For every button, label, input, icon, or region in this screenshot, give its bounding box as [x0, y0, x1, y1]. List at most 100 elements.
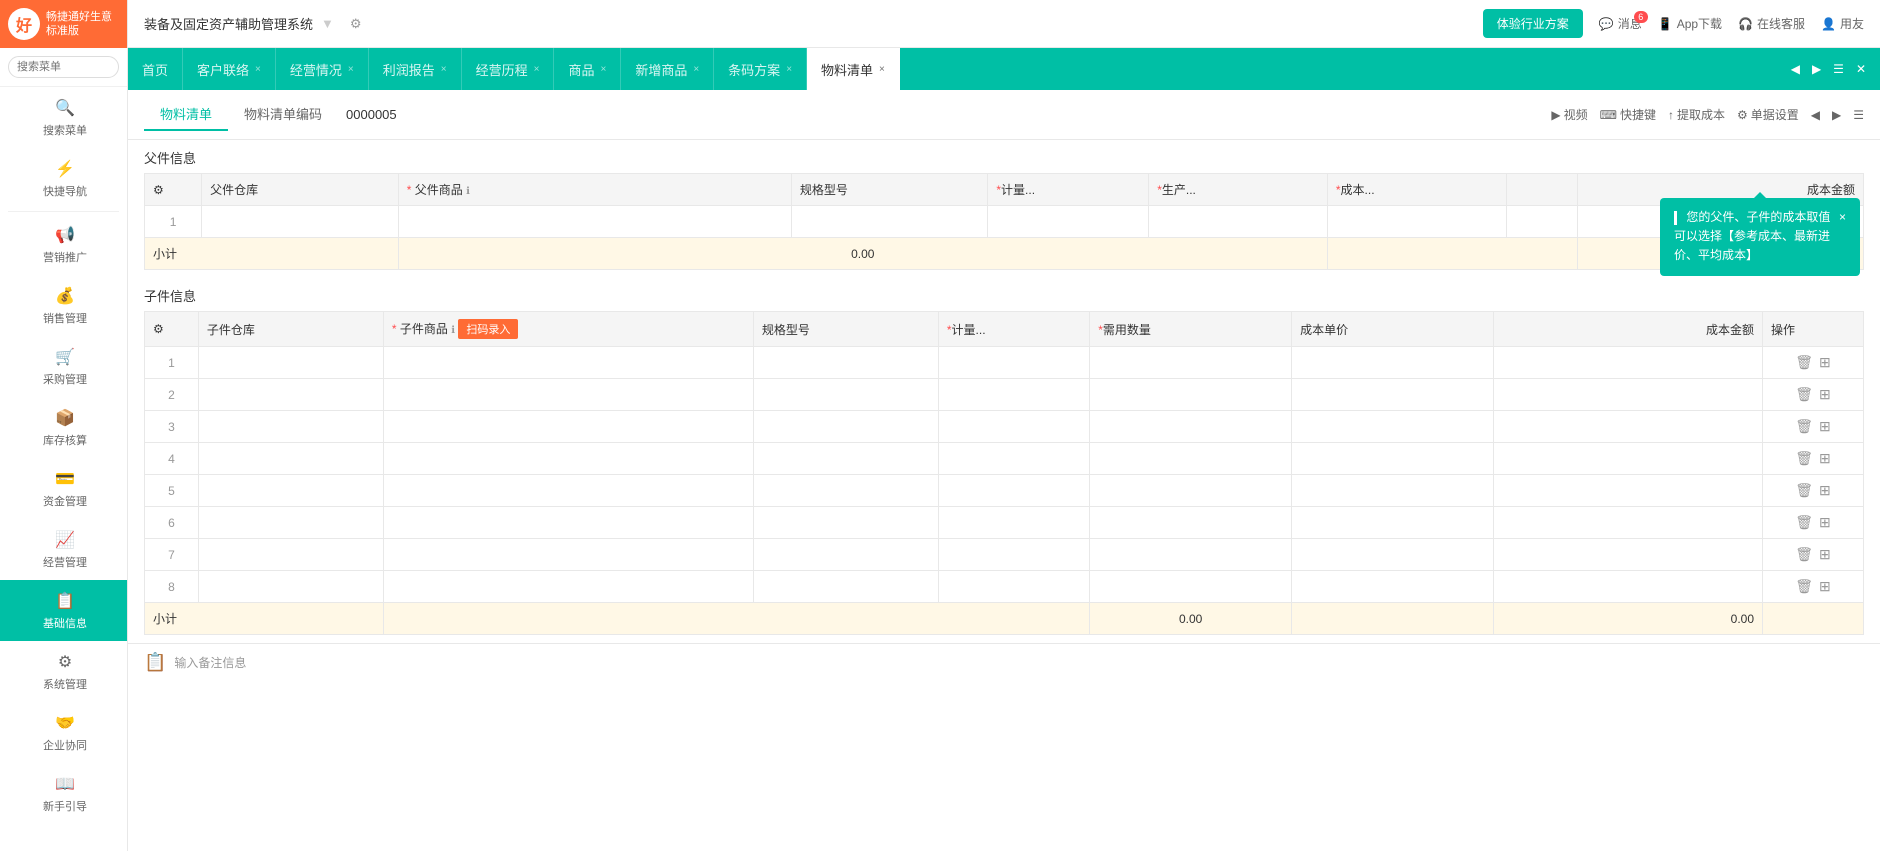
- action-doc-settings[interactable]: ⚙ 单据设置: [1737, 106, 1799, 123]
- th-settings-child[interactable]: ⚙: [145, 312, 199, 347]
- sidebar-item-enterprise[interactable]: 🤝 企业协同: [0, 702, 127, 763]
- sidebar-item-purchase[interactable]: 🛒 采购管理: [0, 336, 127, 397]
- child-warehouse-7[interactable]: [198, 539, 383, 571]
- tab-close-goods[interactable]: ×: [600, 64, 606, 75]
- copy-icon-7[interactable]: ⊞: [1819, 546, 1831, 563]
- child-product-7[interactable]: [383, 539, 753, 571]
- sidebar-item-finance[interactable]: 💳 资金管理: [0, 458, 127, 519]
- child-spec-3[interactable]: [753, 411, 938, 443]
- tab-menu-icon[interactable]: ☰: [1827, 62, 1850, 76]
- child-warehouse-1[interactable]: [198, 347, 383, 379]
- child-qty-8[interactable]: [1090, 571, 1292, 603]
- child-unit-3[interactable]: [938, 411, 1089, 443]
- parent-warehouse-1[interactable]: [202, 206, 399, 238]
- child-unit-7[interactable]: [938, 539, 1089, 571]
- nav-next-icon[interactable]: ▶: [1832, 108, 1841, 122]
- child-unit-5[interactable]: [938, 475, 1089, 507]
- child-warehouse-4[interactable]: [198, 443, 383, 475]
- child-qty-2[interactable]: [1090, 379, 1292, 411]
- sidebar-item-quick-nav[interactable]: ⚡ 快捷导航: [0, 148, 127, 209]
- child-unit-cost-6[interactable]: [1292, 507, 1494, 539]
- tab-next-icon[interactable]: ▶: [1806, 62, 1827, 76]
- sidebar-item-inventory[interactable]: 📦 库存核算: [0, 397, 127, 458]
- delete-icon-5[interactable]: 🗑: [1795, 482, 1813, 499]
- child-spec-5[interactable]: [753, 475, 938, 507]
- sidebar-item-guide[interactable]: 📖 新手引导: [0, 763, 127, 824]
- child-spec-1[interactable]: [753, 347, 938, 379]
- child-warehouse-8[interactable]: [198, 571, 383, 603]
- tab-close-barcode[interactable]: ×: [786, 64, 792, 75]
- child-unit-1[interactable]: [938, 347, 1089, 379]
- delete-icon-6[interactable]: 🗑: [1795, 514, 1813, 531]
- child-product-5[interactable]: [383, 475, 753, 507]
- child-qty-5[interactable]: [1090, 475, 1292, 507]
- tab-close-new-goods[interactable]: ×: [693, 64, 699, 75]
- child-unit-6[interactable]: [938, 507, 1089, 539]
- tab-operations-status[interactable]: 经营情况 ×: [276, 48, 369, 90]
- child-product-4[interactable]: [383, 443, 753, 475]
- sub-tab-code[interactable]: 物料清单编码: [228, 98, 338, 131]
- tab-home[interactable]: 首页: [128, 48, 183, 90]
- search-input[interactable]: [8, 56, 119, 78]
- copy-icon-4[interactable]: ⊞: [1819, 450, 1831, 467]
- copy-icon-5[interactable]: ⊞: [1819, 482, 1831, 499]
- child-qty-7[interactable]: [1090, 539, 1292, 571]
- child-unit-cost-1[interactable]: [1292, 347, 1494, 379]
- tab-history[interactable]: 经营历程 ×: [462, 48, 555, 90]
- tab-goods[interactable]: 商品 ×: [554, 48, 621, 90]
- tab-bom[interactable]: 物料清单 ×: [807, 48, 900, 90]
- nav-prev-icon[interactable]: ◀: [1811, 108, 1820, 122]
- child-product-6[interactable]: [383, 507, 753, 539]
- copy-icon-3[interactable]: ⊞: [1819, 418, 1831, 435]
- action-extract-cost[interactable]: ↑ 提取成本: [1668, 106, 1725, 123]
- parent-product-1[interactable]: [398, 206, 791, 238]
- sidebar-item-system[interactable]: ⚙ 系统管理: [0, 641, 127, 702]
- child-warehouse-6[interactable]: [198, 507, 383, 539]
- copy-icon-2[interactable]: ⊞: [1819, 386, 1831, 403]
- child-qty-4[interactable]: [1090, 443, 1292, 475]
- parent-spec-1[interactable]: [791, 206, 988, 238]
- child-spec-7[interactable]: [753, 539, 938, 571]
- delete-icon-1[interactable]: 🗑: [1795, 354, 1813, 371]
- tab-new-goods[interactable]: 新增商品 ×: [621, 48, 714, 90]
- delete-icon-2[interactable]: 🗑: [1795, 386, 1813, 403]
- tab-close-customer[interactable]: ×: [255, 64, 261, 75]
- tooltip-close-icon[interactable]: ×: [1839, 208, 1846, 227]
- copy-icon-8[interactable]: ⊞: [1819, 578, 1831, 595]
- parent-cost-1[interactable]: [1327, 206, 1506, 238]
- tab-close-ops[interactable]: ×: [348, 64, 354, 75]
- child-unit-2[interactable]: [938, 379, 1089, 411]
- child-product-1[interactable]: [383, 347, 753, 379]
- sidebar-item-search[interactable]: 🔍 搜索菜单: [0, 87, 127, 148]
- sidebar-item-marketing[interactable]: 📢 营销推广: [0, 214, 127, 275]
- child-unit-cost-5[interactable]: [1292, 475, 1494, 507]
- child-unit-cost-3[interactable]: [1292, 411, 1494, 443]
- message-action[interactable]: 💬 消息 6: [1599, 15, 1642, 32]
- footer-text[interactable]: 输入备注信息: [174, 654, 246, 671]
- delete-icon-3[interactable]: 🗑: [1795, 418, 1813, 435]
- experience-btn[interactable]: 体验行业方案: [1483, 9, 1583, 38]
- th-settings-parent[interactable]: ⚙: [145, 174, 202, 206]
- tab-profit[interactable]: 利润报告 ×: [369, 48, 462, 90]
- child-unit-cost-2[interactable]: [1292, 379, 1494, 411]
- child-spec-4[interactable]: [753, 443, 938, 475]
- tab-customer[interactable]: 客户联络 ×: [183, 48, 276, 90]
- child-unit-cost-8[interactable]: [1292, 571, 1494, 603]
- gear-icon[interactable]: ⚙: [350, 16, 362, 32]
- tab-close-bom[interactable]: ×: [879, 64, 885, 75]
- view-mode-icon[interactable]: ☰: [1853, 108, 1864, 122]
- child-warehouse-5[interactable]: [198, 475, 383, 507]
- child-unit-cost-7[interactable]: [1292, 539, 1494, 571]
- app-download-action[interactable]: 📱 App下载: [1658, 15, 1722, 32]
- sidebar-item-operations[interactable]: 📈 经营管理: [0, 519, 127, 580]
- tab-barcode[interactable]: 条码方案 ×: [714, 48, 807, 90]
- child-unit-cost-4[interactable]: [1292, 443, 1494, 475]
- child-unit-4[interactable]: [938, 443, 1089, 475]
- child-spec-2[interactable]: [753, 379, 938, 411]
- child-product-2[interactable]: [383, 379, 753, 411]
- child-qty-1[interactable]: [1090, 347, 1292, 379]
- action-video[interactable]: ▶ 视频: [1551, 106, 1587, 123]
- copy-icon-6[interactable]: ⊞: [1819, 514, 1831, 531]
- parent-unit-1[interactable]: [988, 206, 1149, 238]
- tab-close-history[interactable]: ×: [534, 64, 540, 75]
